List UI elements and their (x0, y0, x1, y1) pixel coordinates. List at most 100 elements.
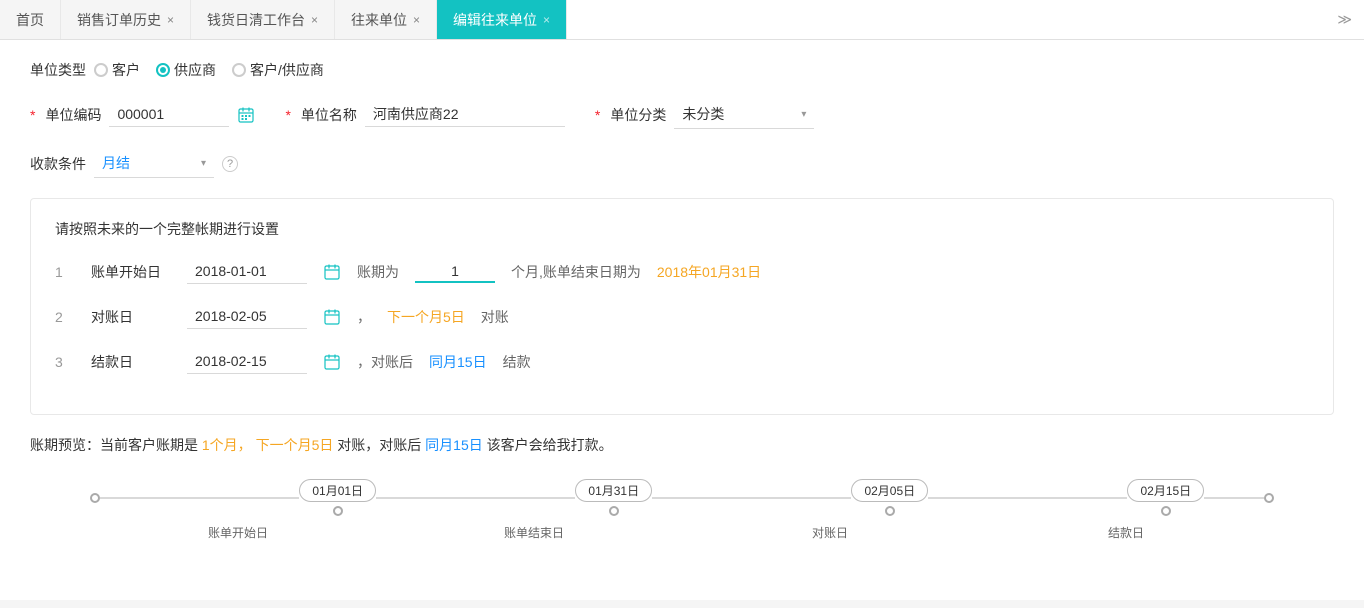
tab-edit-partner-label: 编辑往来单位 (453, 10, 537, 30)
unit-code-group: * 单位编码 (30, 102, 255, 127)
tab-edit-partner[interactable]: 编辑往来单位 × (437, 0, 567, 39)
tl-badge-0: 01月01日 (299, 479, 376, 502)
tab-home[interactable]: 首页 (0, 0, 61, 39)
tl-node-1: 01月31日 (575, 479, 652, 516)
radio-both-label: 客户/供应商 (250, 60, 324, 80)
unit-classify-group: * 单位分类 未分类 ▾ (595, 100, 814, 129)
radio-supplier-label: 供应商 (174, 60, 216, 80)
unit-type-group: 单位类型 客户 供应商 客户/供应商 (30, 60, 324, 80)
classify-chevron-down-icon: ▾ (801, 109, 806, 120)
payment-value: 月结 (102, 153, 130, 173)
unit-name-label: 单位名称 (301, 105, 357, 125)
timeline-labels: 账单开始日 账单结束日 对账日 结款日 (50, 516, 1314, 541)
payment-chevron-down-icon: ▾ (201, 158, 206, 169)
radio-supplier-circle (156, 63, 170, 77)
tl-label-3: 结款日 (1086, 524, 1166, 541)
tl-badge-2: 02月05日 (851, 479, 928, 502)
tab-bar: 首页 销售订单历史 × 钱货日清工作台 × 往来单位 × 编辑往来单位 × ≫ (0, 0, 1364, 40)
period-row-1: 1 账单开始日 账期为 个月,账单结束日期为 2018年01月31日 (55, 259, 1309, 284)
tl-label-0: 账单开始日 (198, 524, 278, 541)
period-date-1[interactable] (187, 259, 307, 284)
radio-customer-label: 客户 (112, 60, 140, 80)
preview-suffix: 该客户会给我打款。 (487, 437, 613, 453)
radio-customer-circle (94, 63, 108, 77)
tl-seg-0 (100, 497, 299, 499)
period-num-3: 3 (55, 354, 75, 370)
period-end-date: 2018年01月31日 (657, 262, 761, 282)
radio-both[interactable]: 客户/供应商 (232, 60, 324, 80)
tl-dot-3 (1161, 506, 1171, 516)
unit-type-radios: 客户 供应商 客户/供应商 (94, 60, 324, 80)
unit-info-row: * 单位编码 * 单位名称 * (30, 100, 1334, 129)
tl-seg-1 (376, 497, 575, 499)
tab-cash-work[interactable]: 钱货日清工作台 × (191, 0, 335, 39)
period-months-suffix: 个月,账单结束日期为 (511, 262, 641, 282)
help-icon-label: ? (227, 158, 233, 170)
period-months-label: 账期为 (357, 262, 399, 282)
tab-cash-work-close[interactable]: × (311, 13, 318, 27)
period-row3-prefix: ，对账后 (357, 352, 413, 372)
period-row-3: 3 结款日 ，对账后 同月15日 结款 (55, 349, 1309, 374)
tab-cash-work-label: 钱货日清工作台 (207, 10, 305, 30)
period-label-1: 账单开始日 (91, 262, 171, 282)
timeline-track: 01月01日 01月31日 02月05日 02月15日 (50, 479, 1314, 516)
help-icon[interactable]: ? (222, 156, 238, 172)
unit-classify-star: * (595, 107, 600, 123)
radio-customer[interactable]: 客户 (94, 60, 140, 80)
preview-section: 账期预览：当前客户账期是 1个月， 下一个月5日 对账，对账后 同月15日 该客… (30, 435, 1334, 455)
tl-node-3: 02月15日 (1127, 479, 1204, 516)
period-label-2: 对账日 (91, 307, 171, 327)
preview-prefix: 账期预览：当前客户账期是 (30, 437, 198, 453)
period-months-input[interactable] (415, 261, 495, 283)
unit-type-label: 单位类型 (30, 60, 86, 80)
period-num-1: 1 (55, 264, 75, 280)
tl-dot-1 (609, 506, 619, 516)
unit-name-star: * (285, 107, 290, 123)
period-date-3[interactable] (187, 349, 307, 374)
period-row3-highlight: 同月15日 (429, 352, 487, 372)
period-row2-suffix: 对账 (481, 307, 509, 327)
tl-node-2: 02月05日 (851, 479, 928, 516)
unit-code-input[interactable] (109, 102, 229, 127)
unit-name-group: * 单位名称 (285, 102, 564, 127)
period-cal-3[interactable] (323, 353, 341, 371)
period-row2-highlight: 下一个月5日 (387, 307, 465, 327)
timeline-left-end (90, 493, 100, 503)
tl-dot-0 (333, 506, 343, 516)
period-row2-comma: ， (357, 307, 371, 327)
tl-seg-2 (652, 497, 851, 499)
tab-partner-close[interactable]: × (413, 13, 420, 27)
tl-label-1: 账单结束日 (494, 524, 574, 541)
period-date-2[interactable] (187, 304, 307, 329)
timeline-section: 01月01日 01月31日 02月05日 02月15日 (30, 479, 1334, 541)
expand-icon: ≫ (1337, 11, 1352, 28)
tab-edit-partner-close[interactable]: × (543, 13, 550, 27)
period-title: 请按照未来的一个完整帐期进行设置 (55, 219, 1309, 239)
period-cal-2[interactable] (323, 308, 341, 326)
tl-badge-1: 01月31日 (575, 479, 652, 502)
radio-both-circle (232, 63, 246, 77)
tl-seg-end (1204, 497, 1264, 499)
unit-classify-dropdown[interactable]: 未分类 ▾ (674, 100, 814, 129)
tab-sales-history[interactable]: 销售订单历史 × (61, 0, 191, 39)
payment-select[interactable]: 月结 ▾ (94, 149, 214, 178)
unit-code-icon[interactable] (237, 106, 255, 124)
unit-classify-label: 单位分类 (610, 105, 666, 125)
tl-seg-3 (928, 497, 1127, 499)
payment-group: 收款条件 月结 ▾ ? (30, 149, 238, 178)
preview-period: 1个月， (202, 437, 252, 453)
preview-mid2: 对账，对账后 (337, 437, 421, 453)
unit-name-input[interactable] (365, 102, 565, 127)
period-cal-1[interactable] (323, 263, 341, 281)
tab-partner[interactable]: 往来单位 × (335, 0, 437, 39)
tl-node-0: 01月01日 (299, 479, 376, 516)
tl-badge-3: 02月15日 (1127, 479, 1204, 502)
payment-row: 收款条件 月结 ▾ ? (30, 149, 1334, 178)
tab-expand-btn[interactable]: ≫ (1325, 0, 1364, 39)
tab-partner-label: 往来单位 (351, 10, 407, 30)
content-area: 单位类型 客户 供应商 客户/供应商 * 单位编码 (0, 40, 1364, 600)
period-num-2: 2 (55, 309, 75, 325)
tab-sales-history-close[interactable]: × (167, 13, 174, 27)
radio-supplier[interactable]: 供应商 (156, 60, 216, 80)
timeline-right-end (1264, 493, 1274, 503)
